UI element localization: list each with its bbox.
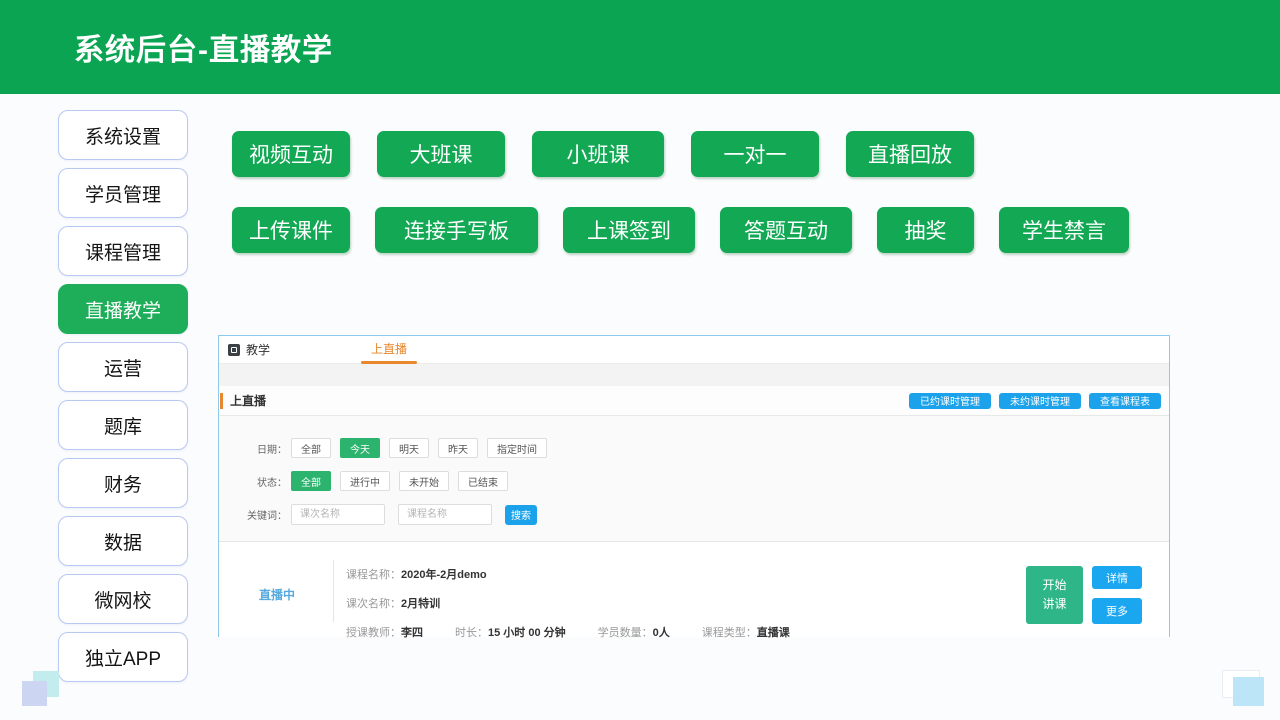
section-actions: 已约课时管理 未约课时管理 查看课程表 [909, 393, 1169, 409]
course-list-item: 直播中 课程名称： 2020年-2月demo 课次名称： 2月特训 授课教师： … [219, 542, 1169, 637]
sidebar-item-live-teaching[interactable]: 直播教学 [58, 284, 188, 334]
start-teaching-button[interactable]: 开始 讲课 [1026, 566, 1083, 624]
feature-mute-students[interactable]: 学生禁言 [999, 207, 1129, 253]
type-value: 直播课 [757, 624, 790, 640]
date-option-custom[interactable]: 指定时间 [487, 438, 547, 458]
detail-button[interactable]: 详情 [1092, 566, 1142, 589]
page-title: 系统后台-直播教学 [74, 25, 333, 69]
app-logo-icon [228, 344, 240, 356]
top-banner: 系统后台-直播教学 [0, 0, 1280, 94]
session-name-line: 课次名称： 2月特训 [346, 595, 440, 611]
section-header: 上直播 已约课时管理 未约课时管理 查看课程表 [219, 386, 1169, 416]
feature-upload-courseware[interactable]: 上传课件 [232, 207, 350, 253]
feature-quiz-interaction[interactable]: 答题互动 [720, 207, 852, 253]
students-value: 0人 [653, 624, 670, 640]
sidebar-item-standalone-app[interactable]: 独立APP [58, 632, 188, 682]
keyword-filter-label: 关键词： [229, 507, 287, 522]
section-accent-bar [220, 393, 223, 409]
teacher-meta: 授课教师： 李四 [346, 624, 423, 640]
teacher-label: 授课教师： [346, 624, 401, 640]
date-option-yesterday[interactable]: 昨天 [438, 438, 478, 458]
students-meta: 学员数量： 0人 [598, 624, 670, 640]
sidebar-item-course-management[interactable]: 课程管理 [58, 226, 188, 276]
tab-go-live[interactable]: 上直播 [365, 336, 413, 364]
feature-live-replay[interactable]: 直播回放 [846, 131, 974, 177]
lesson-name-input[interactable] [291, 504, 385, 525]
sidebar-item-system-settings[interactable]: 系统设置 [58, 110, 188, 160]
panel-tabbar: 教学 上直播 [219, 336, 1169, 364]
duration-value: 15 小时 00 分钟 [488, 624, 566, 640]
vertical-divider [333, 560, 334, 622]
filter-row-keyword: 关键词： 搜索 [229, 504, 537, 525]
teacher-value: 李四 [401, 624, 423, 640]
date-option-all[interactable]: 全部 [291, 438, 331, 458]
session-name-value: 2月特训 [401, 595, 440, 611]
feature-row-1: 视频互动 大班课 小班课 一对一 直播回放 [232, 131, 974, 177]
feature-connect-tablet[interactable]: 连接手写板 [375, 207, 538, 253]
status-option-ongoing[interactable]: 进行中 [340, 471, 390, 491]
deco-square-blue [1233, 677, 1264, 706]
feature-large-class[interactable]: 大班课 [377, 131, 505, 177]
course-name-line: 课程名称： 2020年-2月demo [346, 566, 487, 582]
duration-meta: 时长： 15 小时 00 分钟 [455, 624, 566, 640]
section-title: 上直播 [230, 392, 266, 409]
course-name-label: 课程名称： [346, 566, 401, 582]
filter-area: 日期： 全部 今天 明天 昨天 指定时间 状态： 全部 进行中 未开始 已结束 … [219, 416, 1169, 542]
admin-panel: 教学 上直播 上直播 已约课时管理 未约课时管理 查看课程表 日期： 全部 今天 [218, 335, 1170, 637]
feature-lottery[interactable]: 抽奖 [877, 207, 974, 253]
status-filter-label: 状态： [229, 474, 287, 489]
students-label: 学员数量： [598, 624, 653, 640]
duration-label: 时长： [455, 624, 488, 640]
app-label: 教学 [246, 341, 270, 358]
sidebar-item-micro-school[interactable]: 微网校 [58, 574, 188, 624]
unbooked-lessons-button[interactable]: 未约课时管理 [999, 393, 1081, 409]
sidebar: 系统设置 学员管理 课程管理 直播教学 运营 题库 财务 数据 微网校 独立AP… [58, 110, 188, 690]
sidebar-item-student-management[interactable]: 学员管理 [58, 168, 188, 218]
status-option-not-started[interactable]: 未开始 [399, 471, 449, 491]
panel-gap [219, 364, 1169, 386]
course-name-value: 2020年-2月demo [401, 566, 487, 582]
course-meta-line: 授课教师： 李四 时长： 15 小时 00 分钟 学员数量： 0人 课程类型： … [346, 624, 822, 640]
feature-small-class[interactable]: 小班课 [532, 131, 664, 177]
date-option-today[interactable]: 今天 [340, 438, 380, 458]
booked-lessons-button[interactable]: 已约课时管理 [909, 393, 991, 409]
deco-square-lavender [22, 681, 47, 706]
filter-row-date: 日期： 全部 今天 明天 昨天 指定时间 [229, 438, 556, 458]
type-meta: 课程类型： 直播课 [702, 624, 790, 640]
live-status-badge: 直播中 [259, 586, 295, 603]
search-button[interactable]: 搜索 [505, 505, 537, 525]
date-filter-label: 日期： [229, 441, 287, 456]
feature-row-2: 上传课件 连接手写板 上课签到 答题互动 抽奖 学生禁言 [232, 207, 1129, 253]
page: 系统后台-直播教学 系统设置 学员管理 课程管理 直播教学 运营 题库 财务 数… [0, 0, 1280, 720]
course-name-input[interactable] [398, 504, 492, 525]
filter-row-status: 状态： 全部 进行中 未开始 已结束 [229, 471, 517, 491]
feature-class-checkin[interactable]: 上课签到 [563, 207, 695, 253]
feature-one-on-one[interactable]: 一对一 [691, 131, 819, 177]
session-name-label: 课次名称： [346, 595, 401, 611]
status-option-all[interactable]: 全部 [291, 471, 331, 491]
sidebar-item-question-bank[interactable]: 题库 [58, 400, 188, 450]
status-option-ended[interactable]: 已结束 [458, 471, 508, 491]
sidebar-item-finance[interactable]: 财务 [58, 458, 188, 508]
feature-video-interaction[interactable]: 视频互动 [232, 131, 350, 177]
tab-active-underline [361, 361, 417, 364]
sidebar-item-operations[interactable]: 运营 [58, 342, 188, 392]
date-option-tomorrow[interactable]: 明天 [389, 438, 429, 458]
view-timetable-button[interactable]: 查看课程表 [1089, 393, 1161, 409]
type-label: 课程类型： [702, 624, 757, 640]
more-button[interactable]: 更多 [1092, 598, 1142, 624]
sidebar-item-data[interactable]: 数据 [58, 516, 188, 566]
